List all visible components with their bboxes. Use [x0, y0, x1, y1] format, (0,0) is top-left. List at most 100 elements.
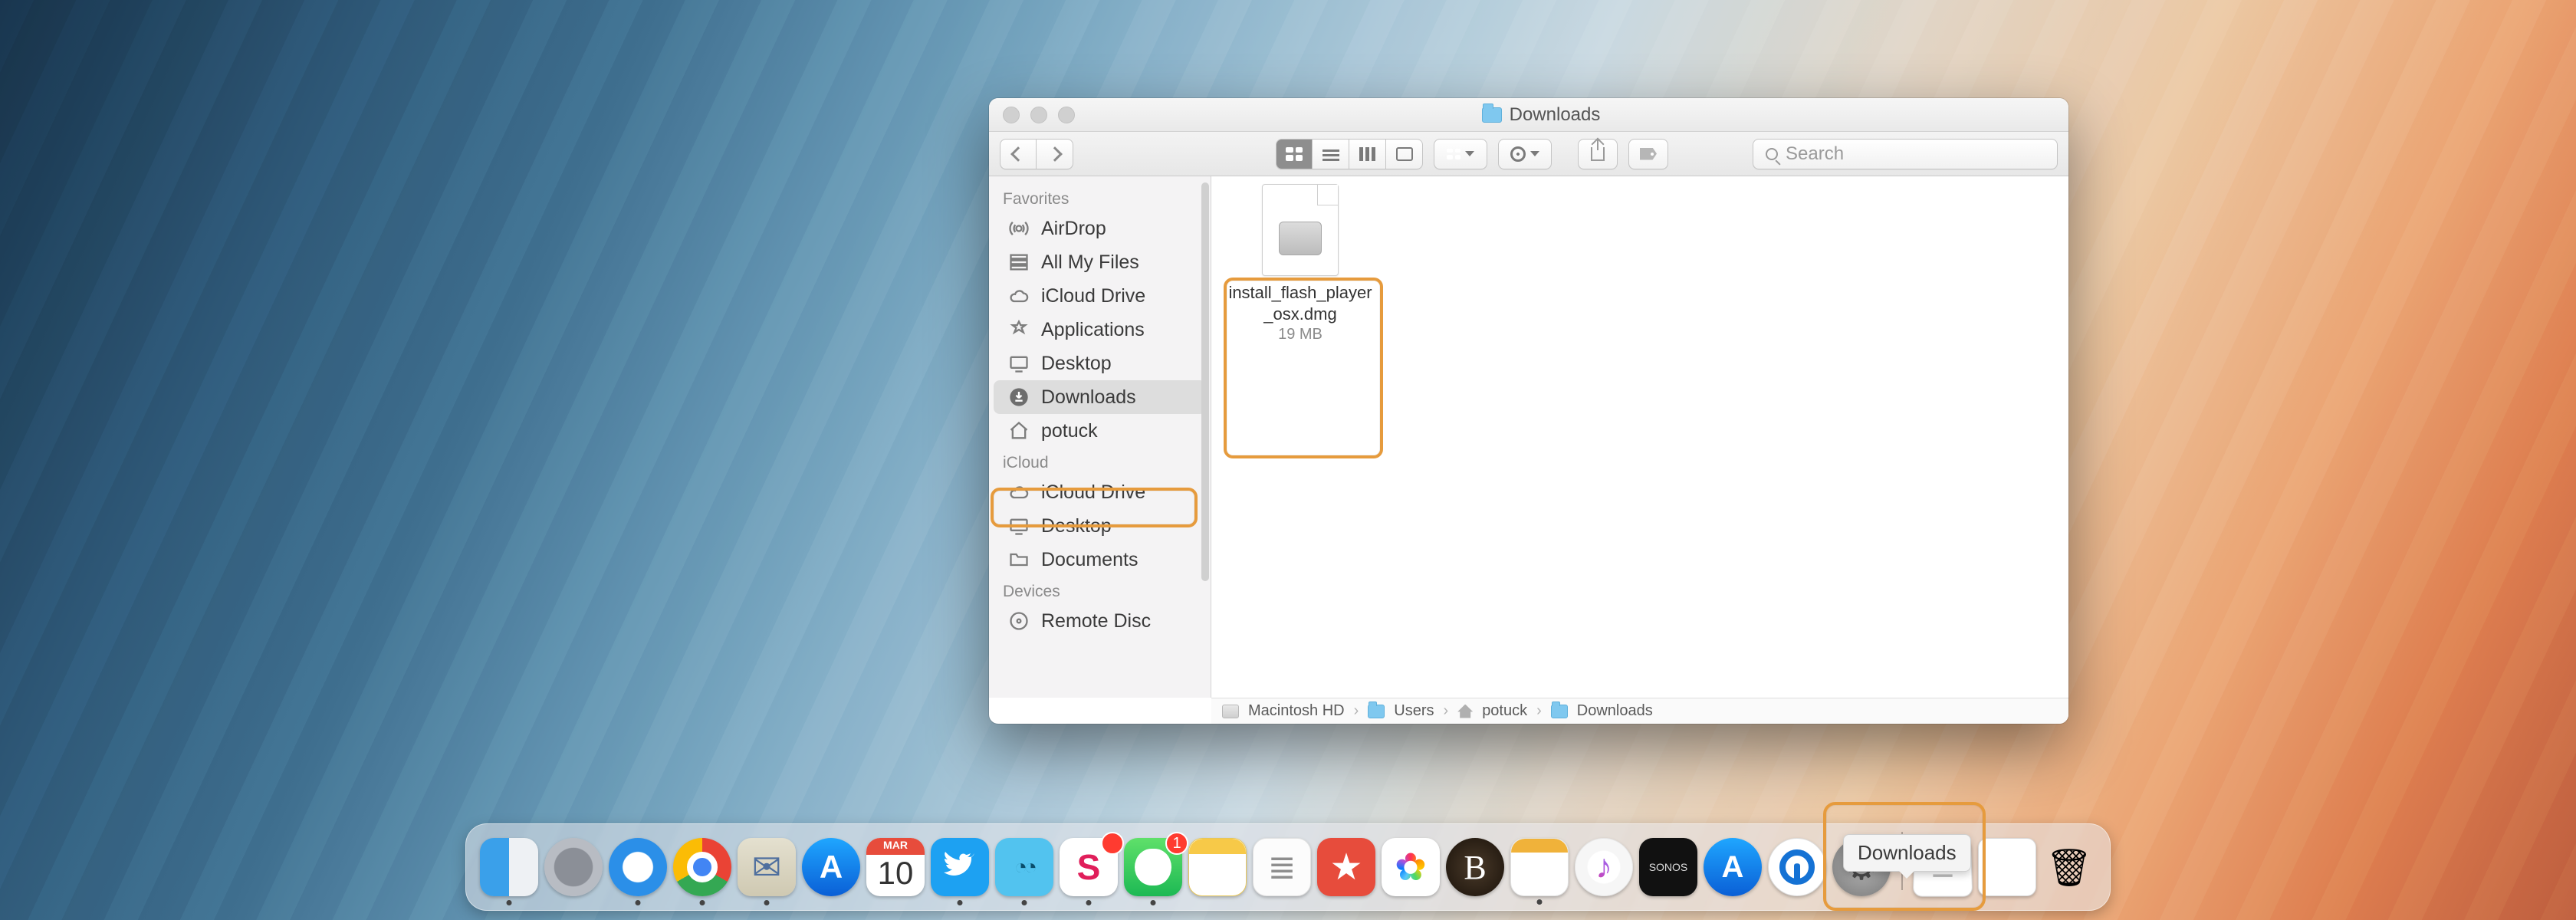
dock-app-chrome[interactable] — [673, 838, 731, 896]
forward-button[interactable] — [1037, 139, 1073, 169]
window-titlebar[interactable]: Downloads — [989, 98, 2068, 132]
close-button[interactable] — [1003, 107, 1020, 123]
sidebar-item-label: All My Files — [1041, 251, 1139, 274]
path-segment[interactable]: Users — [1394, 702, 1434, 720]
folder-icon — [1368, 705, 1385, 718]
cloud-icon — [1007, 481, 1030, 504]
badge-icon: 1 — [1165, 832, 1188, 855]
desktop-icon — [1007, 352, 1030, 375]
sidebar-item-remotedisc[interactable]: Remote Disc — [989, 604, 1211, 638]
folder-icon — [1007, 548, 1030, 571]
dock-app-appstore-alt[interactable] — [802, 838, 860, 896]
dock-trash[interactable] — [2042, 838, 2096, 896]
sidebar-item-label: iCloud Drive — [1041, 481, 1145, 504]
view-mode-segment — [1276, 139, 1423, 169]
sidebar-item-label: potuck — [1041, 420, 1098, 442]
action-menu-button[interactable] — [1498, 139, 1552, 169]
dock-app-photos[interactable] — [1382, 838, 1440, 896]
gear-icon — [1510, 146, 1526, 162]
badge-icon — [1101, 832, 1124, 855]
share-button[interactable] — [1578, 139, 1618, 169]
dock-app-1password[interactable] — [1768, 838, 1826, 896]
dock-app-reminders[interactable] — [1253, 838, 1311, 896]
dock-app-fantastical[interactable] — [1510, 838, 1569, 896]
window-controls — [989, 107, 1075, 123]
dock-app-appstore[interactable] — [1704, 838, 1762, 896]
view-list-button[interactable] — [1313, 139, 1349, 169]
search-field[interactable]: Search — [1753, 139, 2058, 169]
view-columns-button[interactable] — [1349, 139, 1386, 169]
dock-app-messages[interactable]: 1 — [1124, 838, 1182, 896]
dock-app-sonos[interactable]: SONOS — [1639, 838, 1697, 896]
file-item[interactable]: install_flash_player_osx.dmg 19 MB — [1225, 184, 1375, 343]
search-icon — [1766, 148, 1778, 160]
list-icon — [1322, 147, 1339, 161]
path-segment[interactable]: Macintosh HD — [1248, 702, 1345, 720]
dock-app-byword[interactable] — [1446, 838, 1504, 896]
sidebar-scrollbar[interactable] — [1201, 182, 1209, 581]
chevron-right-icon — [1047, 146, 1063, 162]
sidebar-item-desktop-icloud[interactable]: Desktop — [989, 509, 1211, 543]
sidebar-item-label: Desktop — [1041, 515, 1112, 537]
sidebar-item-airdrop[interactable]: AirDrop — [989, 212, 1211, 245]
downloads-icon — [1007, 386, 1030, 409]
dock-stack-screenshots[interactable] — [1978, 838, 2036, 896]
chevron-right-icon: › — [1536, 702, 1542, 720]
view-icons-button[interactable] — [1276, 139, 1313, 169]
columns-icon — [1359, 147, 1376, 161]
sidebar-item-downloads[interactable]: Downloads — [994, 380, 1206, 414]
dock-app-itunes[interactable] — [1575, 838, 1633, 896]
dock-app-tweetbot[interactable] — [995, 838, 1053, 896]
applications-icon — [1007, 318, 1030, 341]
path-segment[interactable]: potuck — [1482, 702, 1527, 720]
dock-app-notes[interactable] — [1188, 838, 1247, 896]
dock-app-slack[interactable] — [1060, 838, 1118, 896]
sidebar-item-allmyfiles[interactable]: All My Files — [989, 245, 1211, 279]
sidebar-item-label: iCloud Drive — [1041, 285, 1145, 307]
sidebar-item-label: Remote Disc — [1041, 610, 1151, 632]
airdrop-icon — [1007, 217, 1030, 240]
dock-app-calendar[interactable]: MAR 10 — [866, 838, 925, 896]
sidebar-item-home[interactable]: potuck — [989, 414, 1211, 448]
sidebar-section-devices: Devices — [989, 577, 1211, 604]
sidebar-item-applications[interactable]: Applications — [989, 313, 1211, 347]
chevron-right-icon: › — [1444, 702, 1449, 720]
sidebar-item-iclouddrive[interactable]: iCloud Drive — [989, 475, 1211, 509]
sidebar-item-label: Desktop — [1041, 353, 1112, 375]
minimize-button[interactable] — [1030, 107, 1047, 123]
sidebar-item-iclouddrive-fav[interactable]: iCloud Drive — [989, 279, 1211, 313]
sidebar-item-documents[interactable]: Documents — [989, 543, 1211, 577]
sidebar-section-icloud: iCloud — [989, 448, 1211, 475]
dock-app-mail[interactable] — [738, 838, 796, 896]
folder-icon — [1551, 705, 1568, 718]
chevron-right-icon: › — [1354, 702, 1359, 720]
folder-icon — [1482, 107, 1502, 123]
path-segment[interactable]: Downloads — [1577, 702, 1653, 720]
dock-app-wunderlist[interactable] — [1317, 838, 1375, 896]
calendar-day: 10 — [866, 855, 925, 892]
dock-tooltip: Downloads — [1843, 834, 1971, 872]
dmg-file-icon — [1262, 184, 1339, 276]
window-title-text: Downloads — [1510, 104, 1601, 126]
dock-app-launchpad[interactable] — [544, 838, 603, 896]
nav-back-forward — [1000, 139, 1073, 169]
finder-toolbar: Search — [989, 132, 2068, 176]
path-bar: Macintosh HD › Users › potuck › Download… — [1211, 698, 2068, 724]
desktop-icon — [1007, 514, 1030, 537]
dock-app-finder[interactable] — [480, 838, 538, 896]
view-coverflow-button[interactable] — [1386, 139, 1423, 169]
coverflow-icon — [1396, 147, 1413, 161]
finder-content[interactable]: install_flash_player_osx.dmg 19 MB — [1211, 176, 2068, 698]
dock-app-safari[interactable] — [609, 838, 667, 896]
window-title: Downloads — [1075, 104, 2007, 126]
zoom-button[interactable] — [1058, 107, 1075, 123]
sidebar-item-label: Documents — [1041, 549, 1138, 571]
dock-app-twitter[interactable] — [931, 838, 989, 896]
tags-button[interactable] — [1628, 139, 1668, 169]
back-button[interactable] — [1000, 139, 1037, 169]
harddrive-icon — [1222, 705, 1239, 718]
finder-sidebar: Favorites AirDrop All My Files iCloud Dr… — [989, 176, 1211, 698]
arrange-menu-button[interactable] — [1434, 139, 1487, 169]
sidebar-section-favorites: Favorites — [989, 184, 1211, 212]
sidebar-item-desktop-fav[interactable]: Desktop — [989, 347, 1211, 380]
